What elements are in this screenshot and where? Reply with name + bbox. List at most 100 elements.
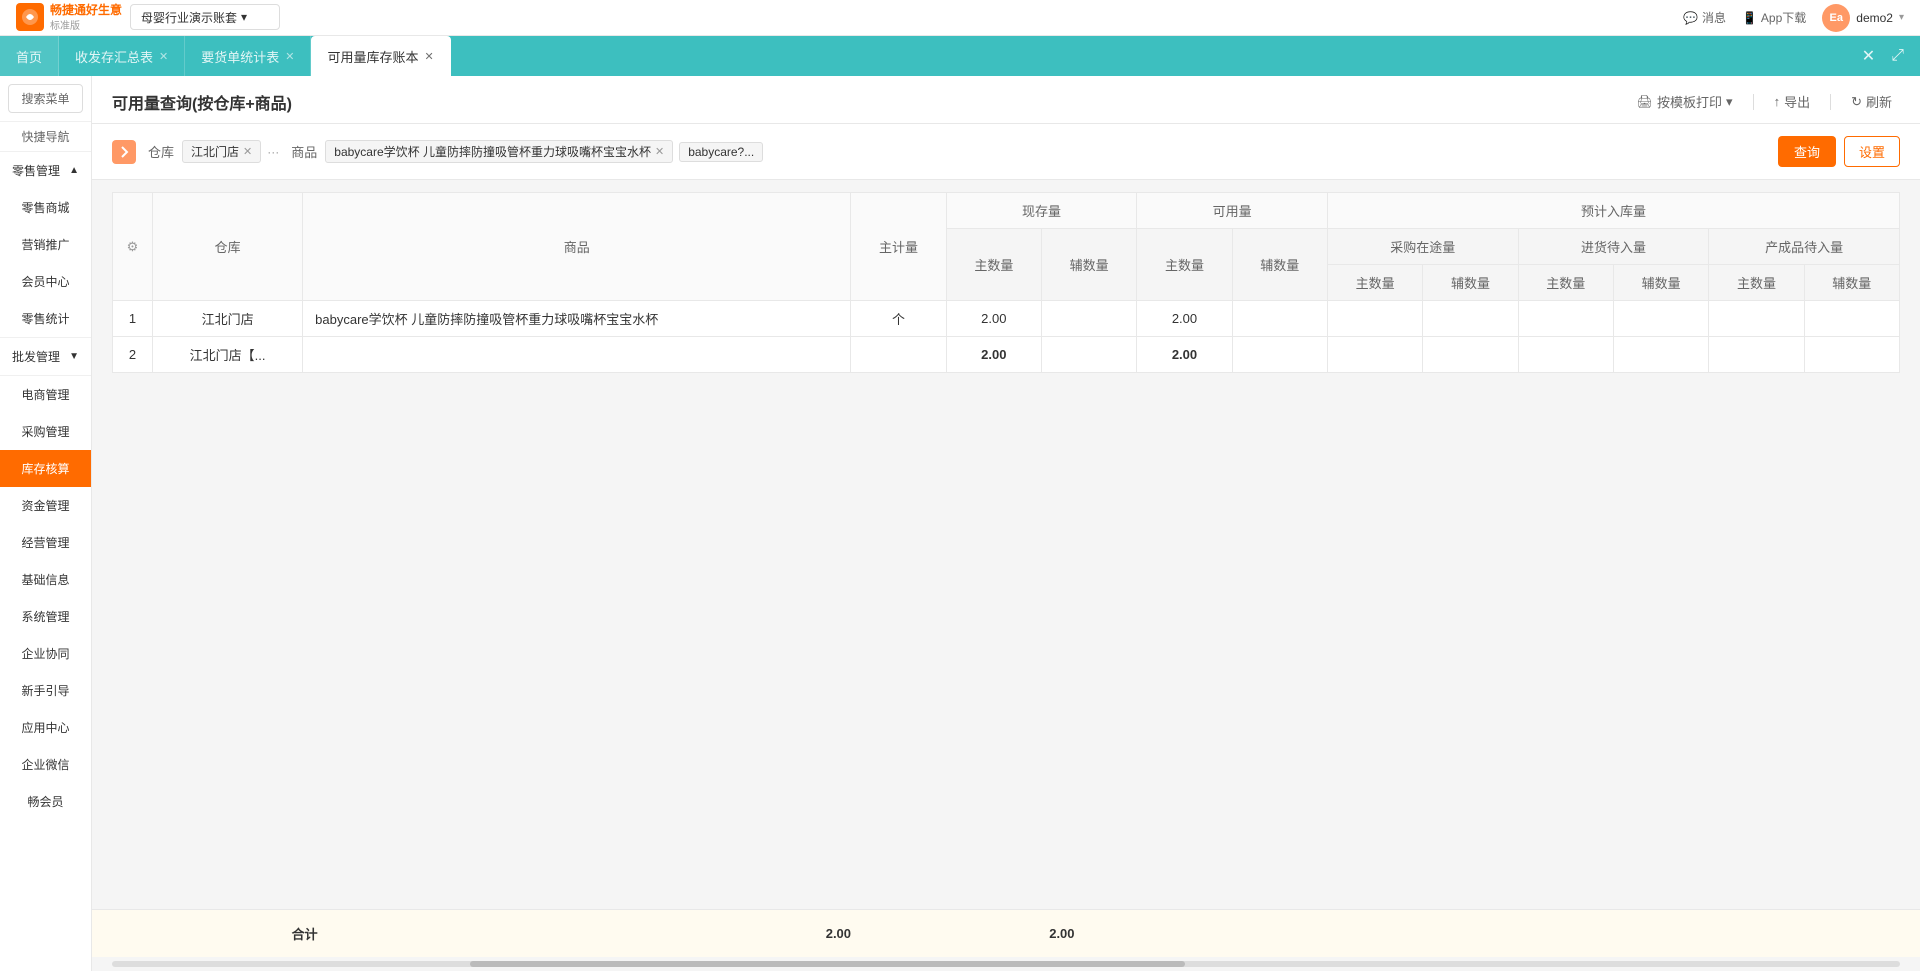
sidebar-item-member-center[interactable]: 会员中心 — [0, 263, 91, 300]
filter-toggle-btn[interactable] — [112, 140, 136, 164]
print-icon: 🖨 — [1637, 94, 1654, 110]
row1-inbound-aux — [1613, 301, 1708, 337]
sidebar-item-retail-mall-label: 零售商城 — [21, 199, 69, 216]
sidebar-item-enterprise-collab[interactable]: 企业协同 — [0, 635, 91, 672]
warehouse-tag-close-icon[interactable]: ✕ — [243, 145, 252, 158]
query-button[interactable]: 查询 — [1778, 136, 1836, 167]
product-tags: babycare学饮杯 儿童防摔防撞吸管杯重力球吸嘴杯宝宝水杯 ✕ babyca… — [325, 140, 763, 163]
logo-area: 畅捷通好生意 标准版 — [16, 3, 122, 32]
horizontal-scrollbar[interactable] — [112, 961, 1900, 967]
sidebar-item-member-center-label: 会员中心 — [21, 273, 69, 290]
sidebar-item-enterprise-collab-label: 企业协同 — [21, 645, 69, 662]
footer-empty-warehouse — [168, 920, 280, 947]
print-label: 按模板打印 — [1657, 92, 1722, 111]
footer-stock-main-total: 2.00 — [783, 920, 895, 947]
bottom-scroll-area — [92, 957, 1920, 971]
table-row: 1 江北门店 babycare学饮杯 儿童防摔防撞吸管杯重力球吸嘴杯宝宝水杯 个… — [113, 301, 1900, 337]
table-settings-icon[interactable]: ⚙ — [127, 239, 139, 254]
col-proditem-aux-header: 辅数量 — [1804, 265, 1899, 301]
tab-inventory-label: 可用量库存账本 — [327, 47, 418, 66]
settings-button[interactable]: 设置 — [1844, 136, 1900, 167]
action-sep-1 — [1753, 94, 1754, 110]
row2-avail-main: 2.00 — [1137, 337, 1232, 373]
sidebar-item-retail-stats[interactable]: 零售统计 — [0, 300, 91, 337]
sidebar-item-marketing[interactable]: 营销推广 — [0, 226, 91, 263]
logo-text: 畅捷通好生意 — [50, 3, 122, 17]
col-forecast-group-header: 预计入库量 — [1327, 193, 1899, 229]
row1-inbound-main — [1518, 301, 1613, 337]
tab-expand-icon[interactable]: ⤢ — [1887, 43, 1908, 69]
sidebar-item-sys-mgmt[interactable]: 系统管理 — [0, 598, 91, 635]
sidebar-item-retail-stats-label: 零售统计 — [21, 310, 69, 327]
row2-stock-aux — [1041, 337, 1136, 373]
page-title: 可用量查询(按仓库+商品) — [112, 90, 292, 114]
sidebar-item-vip-member[interactable]: 畅会员 — [0, 783, 91, 820]
sidebar-item-inventory-check[interactable]: 库存核算 — [0, 450, 91, 487]
tab-receive-close-icon[interactable]: ✕ — [159, 50, 168, 63]
sidebar-item-basic-info[interactable]: 基础信息 — [0, 561, 91, 598]
row1-stock-aux — [1041, 301, 1136, 337]
sidebar-item-purchase-label: 采购管理 — [21, 423, 69, 440]
footer-empty-settings — [112, 920, 168, 947]
row1-proditem-aux — [1804, 301, 1899, 337]
footer-avail-aux-total — [1118, 920, 1230, 947]
sidebar-item-retail-mgmt[interactable]: 零售管理 ▲ — [0, 152, 91, 189]
footer-total-label: 合计 — [280, 920, 699, 947]
table-area: ⚙ 仓库 商品 主计量 现存量 可用量 预计入库量 主数量 辅数量 主数量 辅数… — [92, 180, 1920, 909]
sidebar-item-quick-nav[interactable]: 快捷导航 — [0, 122, 91, 152]
tab-close-all-icon[interactable]: ✕ — [1858, 42, 1879, 70]
user-area[interactable]: Ea demo2 ▾ — [1822, 4, 1904, 32]
sidebar-item-enterprise-wechat[interactable]: 企业微信 — [0, 746, 91, 783]
row2-inbound-main — [1518, 337, 1613, 373]
tab-home[interactable]: 首页 — [0, 36, 59, 76]
user-arrow-icon: ▾ — [1899, 12, 1904, 23]
row2-purchase-main — [1327, 337, 1422, 373]
sidebar-item-wholesale-mgmt[interactable]: 批发管理 ▼ — [0, 338, 91, 375]
app-download-btn[interactable]: 📱 App下载 — [1742, 9, 1806, 26]
footer-avail-main-total: 2.00 — [1006, 920, 1118, 947]
tab-order-stat[interactable]: 要货单统计表 ✕ — [185, 36, 311, 76]
sidebar-item-marketing-label: 营销推广 — [21, 236, 69, 253]
sidebar-item-ecommerce[interactable]: 电商管理 — [0, 376, 91, 413]
username: demo2 — [1856, 11, 1893, 25]
export-btn[interactable]: ↑ 导出 — [1766, 88, 1819, 115]
refresh-btn[interactable]: ↻ 刷新 — [1843, 88, 1900, 115]
sidebar-item-newbie[interactable]: 新手引导 — [0, 672, 91, 709]
print-btn[interactable]: 🖨 按模板打印 ▾ — [1629, 88, 1741, 115]
col-inbound-group-header: 进货待入量 — [1518, 229, 1709, 265]
sidebar-item-app-center[interactable]: 应用中心 — [0, 709, 91, 746]
industry-label: 母婴行业演示账套 — [141, 9, 237, 26]
col-settings-header: ⚙ — [113, 193, 153, 301]
sidebar-item-operations[interactable]: 经营管理 — [0, 524, 91, 561]
warehouse-tags: 江北门店 ✕ ··· — [182, 140, 279, 163]
sidebar-item-finance[interactable]: 资金管理 — [0, 487, 91, 524]
row1-proditem-main — [1709, 301, 1804, 337]
tab-receive[interactable]: 收发存汇总表 ✕ — [59, 36, 185, 76]
col-stock-group-header: 现存量 — [946, 193, 1137, 229]
product-tag-close-icon[interactable]: ✕ — [655, 145, 664, 158]
footer-proditem-main-total — [1677, 920, 1789, 947]
app-icon: 📱 — [1742, 11, 1757, 25]
row2-warehouse: 江北门店【... — [153, 337, 303, 373]
message-btn[interactable]: 💬 消息 — [1683, 9, 1726, 26]
warehouse-more-btn[interactable]: ··· — [267, 145, 279, 159]
warehouse-filter-group: 仓库 江北门店 ✕ ··· — [148, 140, 279, 163]
tab-inventory-close-icon[interactable]: ✕ — [425, 50, 434, 63]
search-menu-button[interactable]: 搜索菜单 — [8, 84, 83, 113]
col-stock-main-header: 主数量 — [946, 229, 1041, 301]
top-bar-right: 💬 消息 📱 App下载 Ea demo2 ▾ — [1683, 4, 1904, 32]
sidebar-item-purchase[interactable]: 采购管理 — [0, 413, 91, 450]
logo-text-area: 畅捷通好生意 标准版 — [50, 3, 122, 32]
product-filter-group: 商品 babycare学饮杯 儿童防摔防撞吸管杯重力球吸嘴杯宝宝水杯 ✕ bab… — [291, 140, 763, 163]
tab-order-stat-close-icon[interactable]: ✕ — [285, 50, 294, 63]
sidebar-item-retail-mall[interactable]: 零售商城 — [0, 189, 91, 226]
sidebar-item-app-center-label: 应用中心 — [21, 719, 69, 736]
tab-inventory[interactable]: 可用量库存账本 ✕ — [311, 36, 450, 76]
col-avail-aux-header: 辅数量 — [1232, 229, 1327, 301]
scrollbar-thumb[interactable] — [470, 961, 1185, 967]
page-actions: 🖨 按模板打印 ▾ ↑ 导出 ↻ 刷新 — [1629, 88, 1901, 115]
main-layout: 搜索菜单 快捷导航 零售管理 ▲ 零售商城 营销推广 会员中心 零售统计 — [0, 76, 1920, 971]
col-purchase-main-header: 主数量 — [1327, 265, 1422, 301]
row2-unit — [851, 337, 946, 373]
industry-select[interactable]: 母婴行业演示账套 ▾ — [130, 4, 280, 30]
